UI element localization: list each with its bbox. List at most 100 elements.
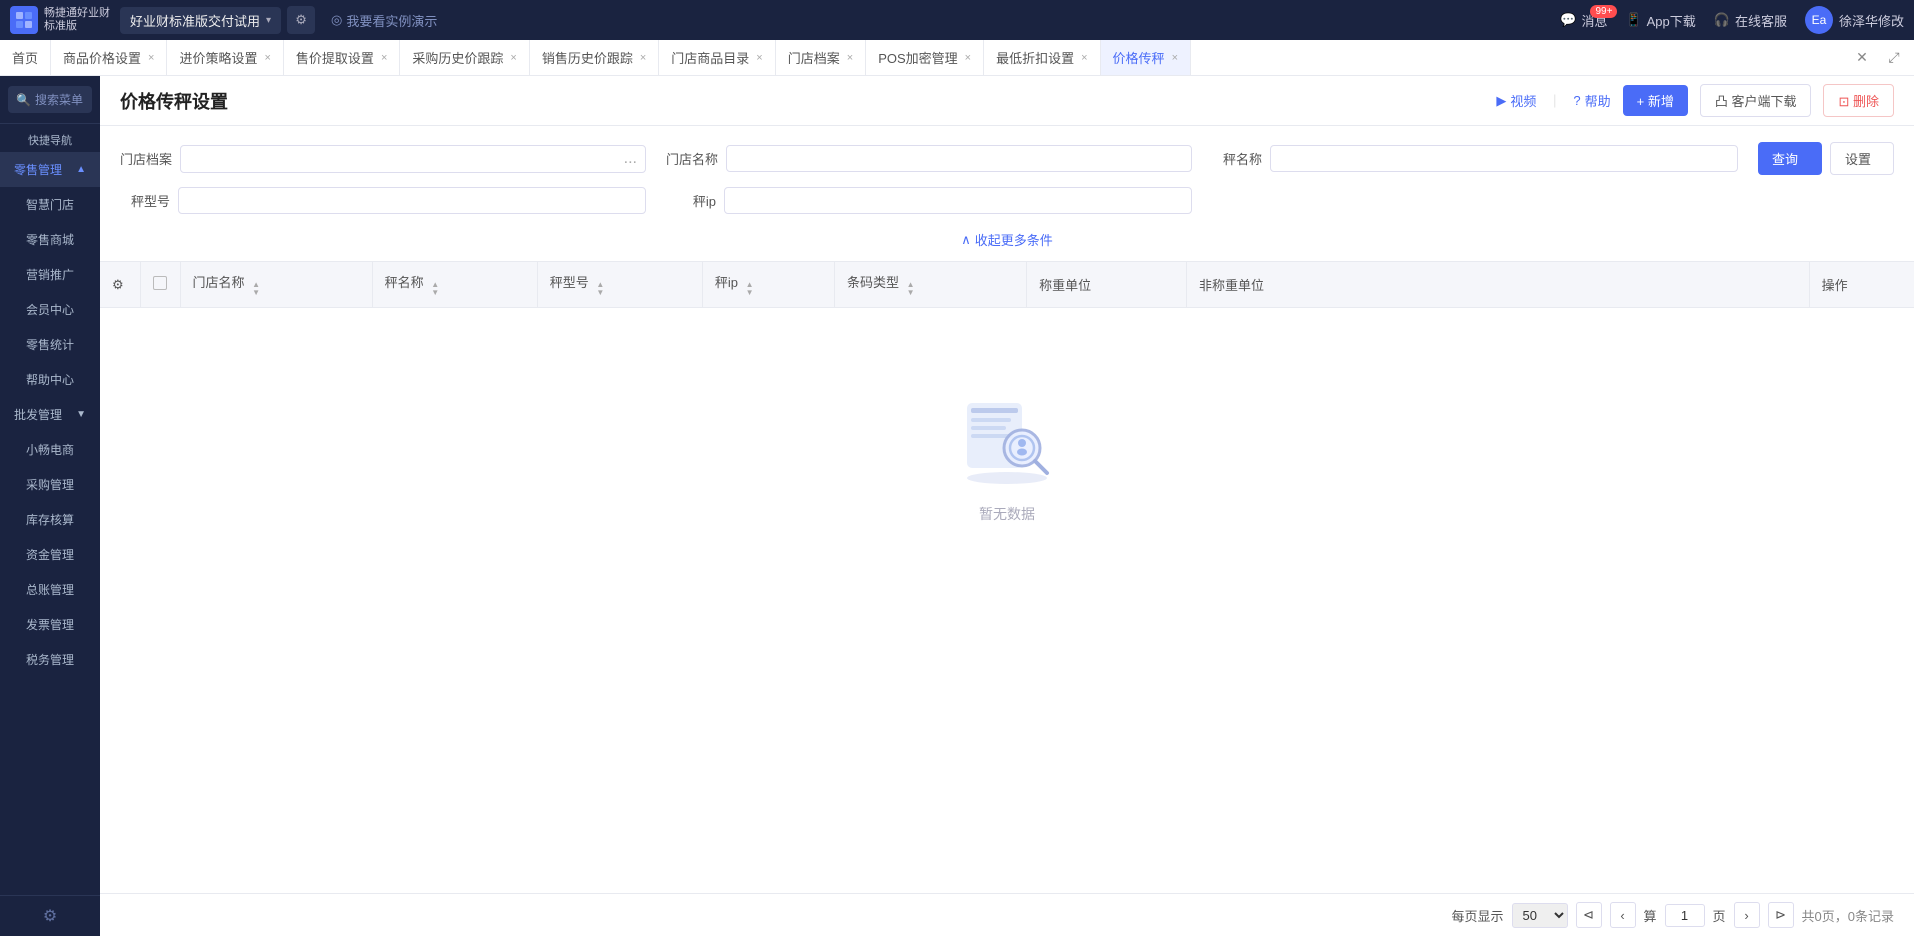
store-archive-input[interactable]	[189, 151, 620, 166]
sidebar-item-xiaochu[interactable]: 小畅电商	[0, 432, 100, 467]
first-page-button[interactable]: ⊲	[1576, 902, 1602, 928]
scale-ip-input[interactable]	[724, 187, 1192, 214]
next-page-button[interactable]: ›	[1734, 902, 1760, 928]
tab-close-icon[interactable]: ×	[756, 52, 762, 64]
ellipsis-icon[interactable]: ...	[624, 150, 637, 168]
delete-button[interactable]: ⊡ 删除	[1823, 84, 1894, 117]
tab-sale-history[interactable]: 销售历史价跟踪 ×	[530, 40, 659, 75]
col-non-weight-unit-label: 非称重单位	[1199, 278, 1264, 293]
tab-product-price[interactable]: 商品价格设置 ×	[51, 40, 167, 75]
tab-close-icon[interactable]: ×	[381, 52, 387, 64]
empty-illustration	[947, 388, 1067, 488]
tab-close-icon[interactable]: ×	[847, 52, 853, 64]
th-gear[interactable]: ⚙	[100, 262, 140, 308]
download-label: 凸 客户端下载	[1715, 91, 1797, 110]
app-logo: 畅捷通好业财 标准版	[10, 6, 110, 34]
tab-purchase-history[interactable]: 采购历史价跟踪 ×	[400, 40, 529, 75]
sidebar-item-retail-mgmt[interactable]: 零售管理 ▲	[0, 152, 100, 187]
sidebar-item-smart-store[interactable]: 智慧门店	[0, 187, 100, 222]
query-button[interactable]: 查询	[1758, 142, 1822, 175]
arrow-up-icon: ▲	[76, 164, 86, 175]
page-size-select[interactable]: 50 10 20 100	[1512, 903, 1568, 928]
sidebar-item-finance[interactable]: 资金管理	[0, 537, 100, 572]
sidebar-gear-icon[interactable]: ⚙	[43, 906, 57, 926]
tab-close-icon[interactable]: ×	[640, 52, 646, 64]
scale-ip-label: 秤ip	[666, 191, 716, 210]
tab-home[interactable]: 首页	[0, 40, 51, 75]
sidebar-item-retail-mall[interactable]: 零售商城	[0, 222, 100, 257]
tab-pos[interactable]: POS加密管理 ×	[866, 40, 984, 75]
sidebar-item-general-ledger[interactable]: 总账管理	[0, 572, 100, 607]
tab-store-archive[interactable]: 门店档案 ×	[776, 40, 866, 75]
tab-expand-button[interactable]: ⤢	[1882, 46, 1906, 70]
sort-arrows-icon: ▲▼	[746, 281, 754, 297]
select-all-checkbox[interactable]	[153, 276, 167, 290]
sidebar-item-help[interactable]: 帮助中心	[0, 362, 100, 397]
sidebar-item-marketing[interactable]: 营销推广	[0, 257, 100, 292]
sidebar-item-quick-nav[interactable]: 快捷导航	[0, 124, 100, 152]
tab-close-icon[interactable]: ×	[148, 52, 154, 64]
tab-label: 售价提取设置	[296, 48, 374, 67]
tab-close-icon[interactable]: ×	[965, 52, 971, 64]
video-link[interactable]: ▶ 视频	[1496, 91, 1536, 110]
tab-close-icon[interactable]: ×	[1172, 52, 1178, 64]
tab-label: 价格传秤	[1113, 48, 1165, 67]
tab-label: 最低折扣设置	[996, 48, 1074, 67]
tab-close-icon[interactable]: ×	[1081, 52, 1087, 64]
add-label: + 新增	[1637, 91, 1674, 110]
help-link[interactable]: ? 帮助	[1573, 91, 1610, 110]
tab-close-icon[interactable]: ×	[510, 52, 516, 64]
collapse-button[interactable]: ∧ 收起更多条件	[949, 226, 1065, 253]
app-sub-name: 标准版	[44, 20, 110, 33]
sidebar-item-retail-stats[interactable]: 零售统计	[0, 327, 100, 362]
sidebar-search-button[interactable]: 🔍 搜索菜单	[8, 86, 92, 113]
tab-price-scale[interactable]: 价格传秤 ×	[1101, 40, 1191, 75]
filter-row-2: 秤型号 秤ip	[120, 187, 1894, 214]
tab-close-icon[interactable]: ×	[264, 52, 270, 64]
last-page-button[interactable]: ⊳	[1768, 902, 1794, 928]
header-actions: ▶ 视频 ｜ ? 帮助 + 新增 凸 客户端下载 ⊡ 删除	[1496, 84, 1894, 117]
store-name-input[interactable]	[726, 145, 1192, 172]
set-button[interactable]: 设置	[1830, 142, 1894, 175]
tab-label: 采购历史价跟踪	[412, 48, 503, 67]
demo-link-label: 我要看实例演示	[346, 11, 437, 30]
first-icon: ⊲	[1583, 907, 1594, 923]
user-menu[interactable]: Ea 徐泽华修改	[1805, 6, 1904, 34]
version-select[interactable]: 好业财标准版交付试用 ▾	[120, 7, 281, 34]
tab-bar: 首页 商品价格设置 × 进价策略设置 × 售价提取设置 × 采购历史价跟踪 × …	[0, 40, 1914, 76]
message-button[interactable]: 💬 消息 99+	[1560, 11, 1607, 30]
help-label: 帮助	[1585, 91, 1611, 110]
th-store-name: 门店名称 ▲▼	[180, 262, 372, 308]
scale-name-label: 秤名称	[1212, 149, 1262, 168]
sidebar-item-inventory[interactable]: 库存核算	[0, 502, 100, 537]
sidebar-item-member[interactable]: 会员中心	[0, 292, 100, 327]
sidebar-item-purchase[interactable]: 采购管理	[0, 467, 100, 502]
sort-arrows-icon: ▲▼	[596, 281, 604, 297]
settings-button[interactable]: ⚙	[287, 6, 315, 34]
tab-store-catalog[interactable]: 门店商品目录 ×	[659, 40, 775, 75]
th-scale-model: 秤型号 ▲▼	[537, 262, 702, 308]
app-download-button[interactable]: 📱 App下载	[1625, 11, 1695, 30]
sidebar-item-label: 营销推广	[26, 266, 74, 283]
demo-link[interactable]: ◎ 我要看实例演示	[331, 11, 437, 30]
th-barcode-type: 条码类型 ▲▼	[835, 262, 1027, 308]
avatar: Ea	[1805, 6, 1833, 34]
tab-min-discount[interactable]: 最低折扣设置 ×	[984, 40, 1100, 75]
scale-name-input[interactable]	[1270, 145, 1738, 172]
tab-close-all-button[interactable]: ✕	[1850, 46, 1874, 70]
download-button[interactable]: 凸 客户端下载	[1700, 84, 1812, 117]
sidebar-item-wholesale[interactable]: 批发管理 ▼	[0, 397, 100, 432]
tab-sale-price[interactable]: 售价提取设置 ×	[284, 40, 400, 75]
tab-label: 商品价格设置	[63, 48, 141, 67]
prev-page-button[interactable]: ‹	[1610, 902, 1636, 928]
page-number-input[interactable]	[1665, 904, 1705, 927]
online-service-button[interactable]: 🎧 在线客服	[1714, 11, 1787, 30]
tab-purchase-strategy[interactable]: 进价策略设置 ×	[167, 40, 283, 75]
add-button[interactable]: + 新增	[1623, 85, 1688, 116]
scale-model-input[interactable]	[178, 187, 646, 214]
sort-arrows-icon: ▲▼	[907, 281, 915, 297]
sidebar-item-invoice[interactable]: 发票管理	[0, 607, 100, 642]
th-check[interactable]	[140, 262, 180, 308]
sidebar-item-tax[interactable]: 税务管理	[0, 642, 100, 677]
arrow-down-icon: ▼	[76, 409, 86, 420]
